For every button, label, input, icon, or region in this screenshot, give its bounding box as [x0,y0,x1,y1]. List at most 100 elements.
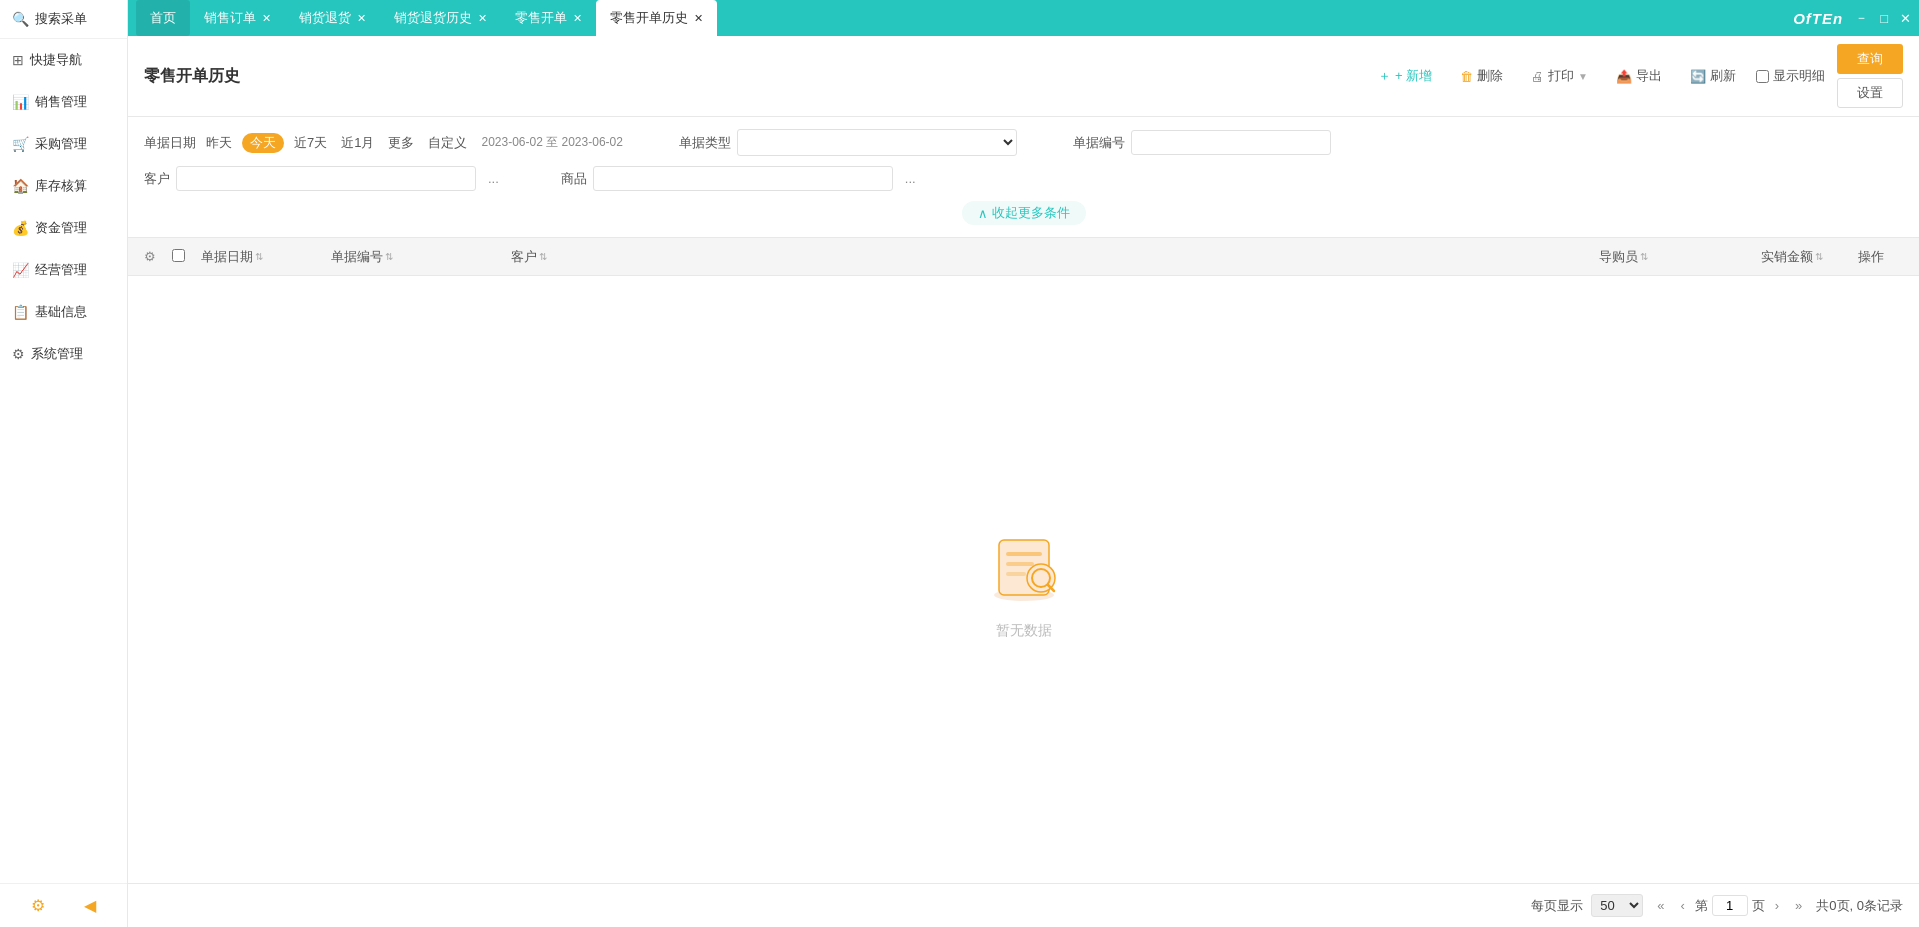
sort-amount-icon: ⇅ [1815,251,1823,262]
shortcut-today[interactable]: 今天 [242,133,284,153]
close-window-btn[interactable]: ✕ [1900,11,1911,26]
product-dots-btn[interactable]: ... [899,167,922,190]
page-input[interactable] [1712,895,1748,916]
add-label: + 新增 [1395,67,1432,85]
th-guide[interactable]: 导购员 ⇅ [1591,248,1711,266]
toolbar-actions: ＋ + 新增 🗑 删除 🖨 打印 ▼ 📤 导出 🔄 刷新 [1370,44,1903,108]
toolbar: 零售开单历史 ＋ + 新增 🗑 删除 🖨 打印 ▼ 📤 导出 🔄 刷新 [128,36,1919,117]
table-settings-icon[interactable]: ⚙ [136,249,164,264]
filter-date-field: 单据日期 昨天 今天 近7天 近1月 更多 自定义 2023-06-02 至 2… [144,133,623,153]
tab-sales-return-history-close[interactable]: ✕ [478,12,487,25]
sidebar-item-finance[interactable]: 💰 资金管理 [0,207,127,249]
print-button[interactable]: 🖨 打印 ▼ [1523,63,1596,89]
filter-area: 单据日期 昨天 今天 近7天 近1月 更多 自定义 2023-06-02 至 2… [128,117,1919,238]
first-page-btn[interactable]: « [1651,896,1670,915]
settings-bottom-icon[interactable]: ⚙ [31,896,45,915]
prev-page-btn[interactable]: ‹ [1674,896,1690,915]
maximize-btn[interactable]: □ [1880,11,1888,26]
sidebar-search[interactable]: 🔍 搜索采单 [0,0,127,39]
filter-doctype-select[interactable] [737,129,1017,156]
system-icon: ⚙ [12,346,25,362]
sort-date-icon: ⇅ [255,251,263,262]
delete-label: 删除 [1477,67,1503,85]
tab-home-label: 首页 [150,9,176,27]
brand-label: OfTEn [1793,10,1843,27]
th-amount[interactable]: 实销金额 ⇅ [1711,248,1831,266]
display-detail-check[interactable] [1756,70,1769,83]
tab-sales-order-label: 销售订单 [204,9,256,27]
print-dropdown-icon[interactable]: ▼ [1578,71,1588,82]
sidebar-item-operations[interactable]: 📈 经营管理 [0,249,127,291]
sidebar-item-quick-nav[interactable]: ⊞ 快捷导航 [0,39,127,81]
search-icon: 🔍 [12,11,29,27]
sidebar-item-system-mgmt[interactable]: ⚙ 系统管理 [0,333,127,375]
customer-dots-btn[interactable]: ... [482,167,505,190]
export-button[interactable]: 📤 导出 [1608,63,1670,89]
tab-sales-return-close[interactable]: ✕ [357,12,366,25]
shortcut-more[interactable]: 更多 [384,133,418,153]
tab-sales-return[interactable]: 销货退货 ✕ [285,0,380,36]
sort-customer-icon: ⇅ [539,251,547,262]
sidebar-item-label: 系统管理 [31,345,83,363]
tab-home[interactable]: 首页 [136,0,190,36]
shortcut-yesterday[interactable]: 昨天 [202,133,236,153]
sidebar: 🔍 搜索采单 ⊞ 快捷导航 📊 销售管理 🛒 采购管理 🏠 库存核算 💰 资金管… [0,0,128,927]
filter-date-range: 2023-06-02 至 2023-06-02 [481,134,622,151]
shortcut-1month[interactable]: 近1月 [337,133,378,153]
filter-product-field: 商品 ... [561,166,922,191]
empty-text: 暂无数据 [996,622,1052,640]
empty-illustration [979,520,1069,610]
tab-sales-return-history[interactable]: 销货退货历史 ✕ [380,0,501,36]
per-page-label: 每页显示 [1531,897,1583,915]
sort-no-icon: ⇅ [385,251,393,262]
display-detail-checkbox[interactable]: 显示明细 [1756,67,1825,85]
refresh-button[interactable]: 🔄 刷新 [1682,63,1744,89]
collapse-sidebar-icon[interactable]: ◀ [84,896,96,915]
collapse-label: 收起更多条件 [992,204,1070,222]
tab-retail-open[interactable]: 零售开单 ✕ [501,0,596,36]
next-page-btn[interactable]: › [1769,896,1785,915]
tab-sales-return-history-label: 销货退货历史 [394,9,472,27]
shortcut-7days[interactable]: 近7天 [290,133,331,153]
filter-docno-input[interactable] [1131,130,1331,155]
sidebar-item-purchase-mgmt[interactable]: 🛒 采购管理 [0,123,127,165]
select-all-checkbox[interactable] [172,249,185,262]
th-no[interactable]: 单据编号 ⇅ [323,248,503,266]
query-button[interactable]: 查询 [1837,44,1903,74]
export-icon: 📤 [1616,69,1632,84]
th-no-label: 单据编号 [331,248,383,266]
sidebar-item-basic-info[interactable]: 📋 基础信息 [0,291,127,333]
tab-retail-open-history-close[interactable]: ✕ [694,12,703,25]
tab-bar-right: OfTEn － □ ✕ [1793,9,1911,27]
filter-product-input[interactable] [593,166,893,191]
sidebar-item-inventory[interactable]: 🏠 库存核算 [0,165,127,207]
tab-retail-open-close[interactable]: ✕ [573,12,582,25]
page-size-select[interactable]: 50 100 200 [1591,894,1643,917]
collapse-button[interactable]: ∧ 收起更多条件 [962,201,1086,225]
shortcut-custom[interactable]: 自定义 [424,133,471,153]
tab-sales-order-close[interactable]: ✕ [262,12,271,25]
page-label-pre: 第 [1695,897,1708,915]
th-customer[interactable]: 客户 ⇅ [503,248,1591,266]
refresh-label: 刷新 [1710,67,1736,85]
collapse-row: ∧ 收起更多条件 [144,201,1903,225]
last-page-btn[interactable]: » [1789,896,1808,915]
sidebar-item-label: 资金管理 [35,219,87,237]
sales-icon: 📊 [12,94,29,110]
th-date[interactable]: 单据日期 ⇅ [193,248,323,266]
table-select-all[interactable] [164,249,193,265]
sidebar-item-sales-mgmt[interactable]: 📊 销售管理 [0,81,127,123]
tab-retail-open-history[interactable]: 零售开单历史 ✕ [596,0,717,36]
tab-sales-return-label: 销货退货 [299,9,351,27]
delete-button[interactable]: 🗑 删除 [1452,63,1511,89]
basic-info-icon: 📋 [12,304,29,320]
minimize-btn[interactable]: － [1855,9,1868,27]
tab-sales-order[interactable]: 销售订单 ✕ [190,0,285,36]
settings-button[interactable]: 设置 [1837,78,1903,108]
sidebar-item-label: 采购管理 [35,135,87,153]
add-button[interactable]: ＋ + 新增 [1370,63,1440,89]
page-title: 零售开单历史 [144,66,1370,87]
th-amount-label: 实销金额 [1761,248,1813,266]
collapse-icon: ∧ [978,206,988,221]
filter-customer-input[interactable] [176,166,476,191]
